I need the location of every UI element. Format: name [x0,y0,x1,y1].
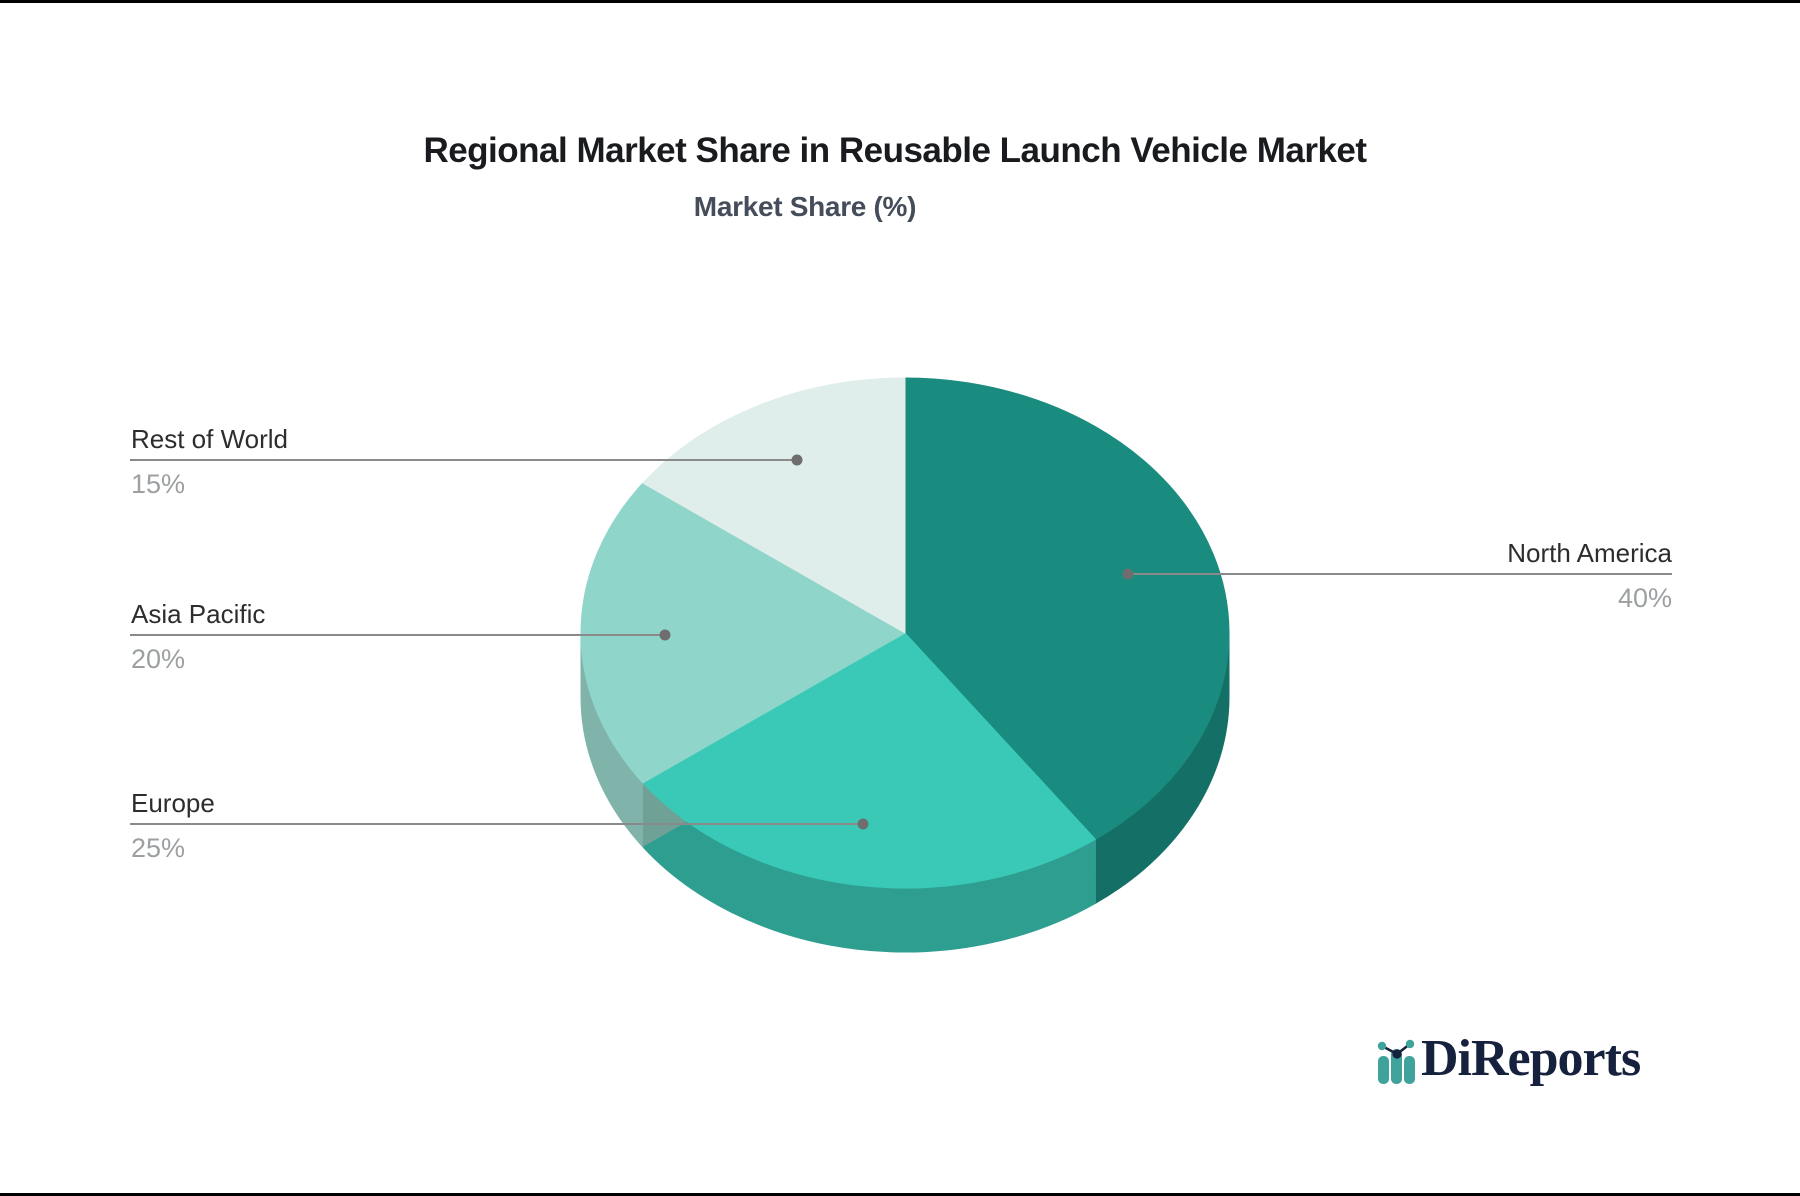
slice-label-rest-of-world: Rest of World [131,424,289,454]
logo-wordmark: DiReports [1421,1030,1641,1087]
direports-logo: DiReports [1370,1032,1660,1112]
leader-dot-asia-pacific [659,629,671,641]
slice-value-asia-pacific: 20% [131,644,186,674]
pie-chart [130,377,1672,953]
slice-value-north-america: 40% [1617,583,1672,613]
slice-label-asia-pacific: Asia Pacific [131,599,266,629]
slice-label-europe: Europe [131,788,215,818]
bar-line-chart-icon [1377,1039,1415,1084]
leader-dot-europe [857,818,869,830]
slice-label-north-america: North America [1507,538,1672,568]
leader-dot-north-america [1122,568,1134,580]
chart-canvas: Regional Market Share in Reusable Launch… [0,0,1800,1196]
slice-value-europe: 25% [131,833,186,863]
slice-value-rest-of-world: 15% [131,469,186,499]
leader-dot-rest-of-world [791,454,803,466]
